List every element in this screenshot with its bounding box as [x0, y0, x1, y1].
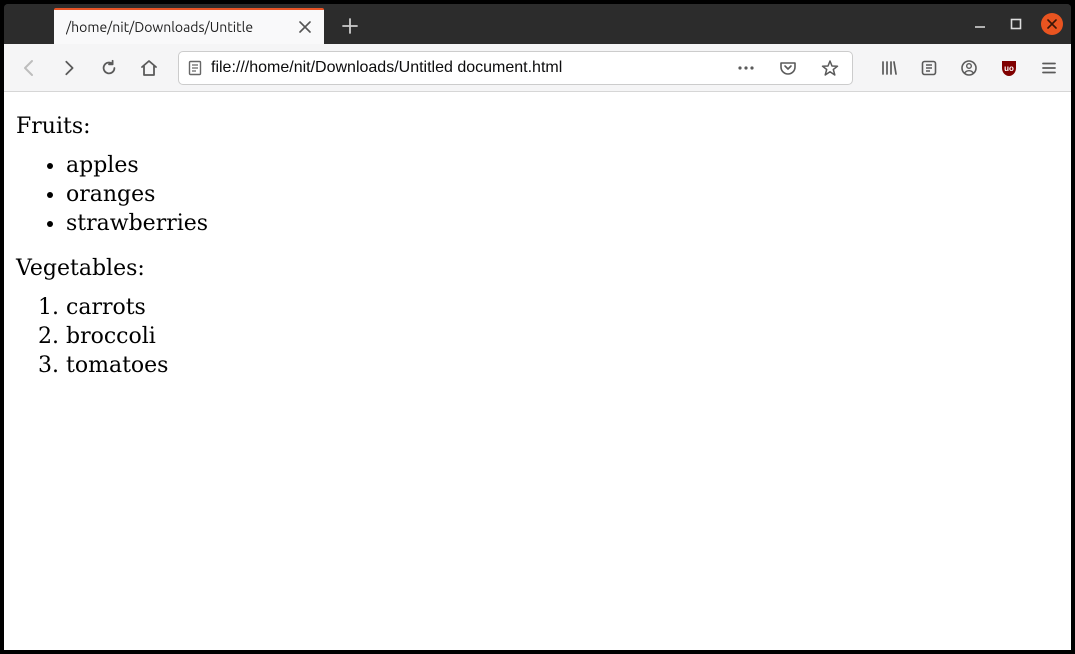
svg-text:uo: uo	[1004, 64, 1014, 73]
page-content: Fruits: apples oranges strawberries Vege…	[4, 92, 1071, 650]
new-tab-button[interactable]	[332, 8, 368, 44]
tab-title: /home/nit/Downloads/Untitle	[66, 19, 288, 35]
list-item: oranges	[66, 180, 1059, 209]
list-item: tomatoes	[66, 351, 1059, 380]
reload-button[interactable]	[92, 51, 126, 85]
close-tab-icon[interactable]	[296, 18, 314, 36]
bookmark-star-icon[interactable]	[816, 54, 844, 82]
page-actions-icon[interactable]	[732, 54, 760, 82]
maximize-button[interactable]	[1005, 13, 1027, 35]
list-item: apples	[66, 151, 1059, 180]
browser-window: /home/nit/Downloads/Untitle	[4, 4, 1071, 650]
list-item: carrots	[66, 293, 1059, 322]
library-icon[interactable]	[875, 54, 903, 82]
toolbar: uo	[4, 44, 1071, 92]
account-icon[interactable]	[955, 54, 983, 82]
list-item: broccoli	[66, 322, 1059, 351]
minimize-button[interactable]	[969, 13, 991, 35]
heading-fruits: Fruits:	[16, 114, 1059, 139]
menu-icon[interactable]	[1035, 54, 1063, 82]
browser-tab[interactable]: /home/nit/Downloads/Untitle	[54, 8, 324, 44]
url-input[interactable]	[211, 59, 724, 77]
fruits-list: apples oranges strawberries	[16, 151, 1059, 238]
ublock-icon[interactable]: uo	[995, 54, 1023, 82]
reader-view-icon[interactable]	[915, 54, 943, 82]
home-button[interactable]	[132, 51, 166, 85]
vegetables-list: carrots broccoli tomatoes	[16, 293, 1059, 380]
urlbar-actions	[732, 54, 844, 82]
heading-vegetables: Vegetables:	[16, 256, 1059, 281]
window-close-button[interactable]	[1041, 13, 1063, 35]
page-info-icon[interactable]	[187, 60, 203, 76]
address-bar[interactable]	[178, 51, 853, 85]
pocket-icon[interactable]	[774, 54, 802, 82]
back-button[interactable]	[12, 51, 46, 85]
list-item: strawberries	[66, 209, 1059, 238]
toolbar-extensions: uo	[865, 54, 1063, 82]
tab-strip: /home/nit/Downloads/Untitle	[4, 4, 1071, 44]
forward-button[interactable]	[52, 51, 86, 85]
window-controls	[969, 4, 1063, 44]
